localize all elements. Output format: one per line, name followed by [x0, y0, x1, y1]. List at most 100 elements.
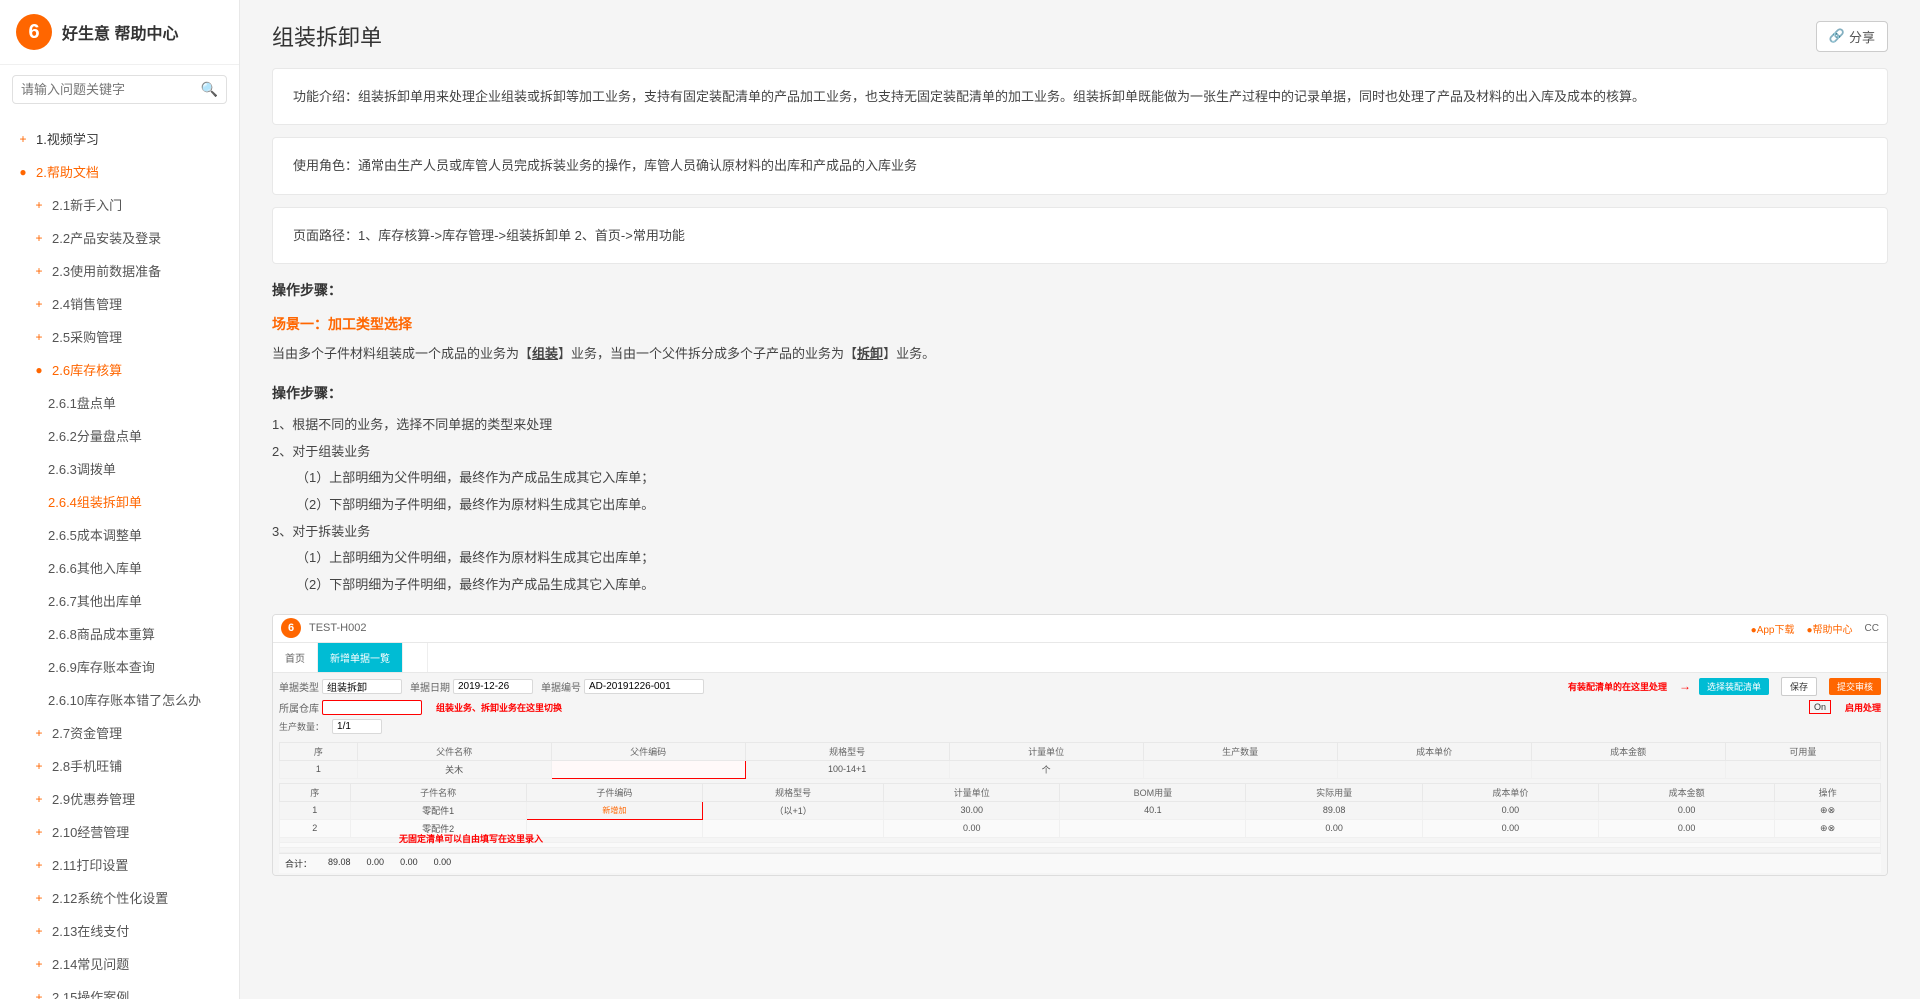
step-2: 2、对于组装业务: [272, 440, 1888, 465]
th2-cost-amount: 成本金额: [1598, 783, 1774, 801]
bottom-annotation-area: 序 子件名称 子件编码 规格型号 计量单位 BOM用量 实际用量 成本单价 成本: [279, 781, 1881, 873]
share-button[interactable]: 🔗 分享: [1816, 21, 1888, 52]
child-td-bomqty-2: [1060, 819, 1246, 837]
table-row: 1 关木 100-14+1 个: [280, 760, 1881, 778]
warehouse-label: 所属仓库: [279, 700, 319, 715]
child-td-bomqty-1: 40.1: [1060, 801, 1246, 819]
expand-icon-2-9: +: [32, 792, 46, 806]
step-1: 1、根据不同的业务，选择不同单据的类型来处理: [272, 413, 1888, 438]
save-btn[interactable]: 保存: [1781, 677, 1817, 696]
action-btn[interactable]: 选择装配清单: [1699, 678, 1769, 695]
child-td-ops-1[interactable]: ⊕⊗: [1775, 801, 1881, 819]
sidebar-item-2-8[interactable]: + 2.8手机旺铺: [0, 749, 239, 782]
sidebar-item-1[interactable]: + 1.视频学习: [0, 122, 239, 155]
th2-spec: 规格型号: [703, 783, 884, 801]
sidebar-item-2-11-label: 2.11打印设置: [52, 855, 128, 874]
sidebar-item-2-9[interactable]: + 2.9优惠券管理: [0, 782, 239, 815]
date-label: 单据日期: [410, 679, 450, 694]
step-2-2: （2）下部明细为子件明细，最终作为原材料生成其它出库单。: [296, 493, 1888, 518]
th-prod-qty: 生产数量: [1143, 742, 1337, 760]
search-box[interactable]: 🔍: [12, 75, 227, 104]
submit-btn[interactable]: 提交审核: [1829, 678, 1881, 695]
sidebar-item-2-1-label: 2.1新手入门: [52, 195, 122, 214]
app-company: TEST-H002: [309, 622, 366, 634]
app-window: 6 TEST-H002 ●App下载 ●帮助中心 CC 首页 新增单据一覧: [273, 615, 1887, 875]
sidebar-item-2-13[interactable]: + 2.13在线支付: [0, 914, 239, 947]
steps-list: 1、根据不同的业务，选择不同单据的类型来处理 2、对于组装业务 （1）上部明细为…: [272, 413, 1888, 598]
sidebar-item-2-7[interactable]: + 2.7资金管理: [0, 716, 239, 749]
sidebar-item-2-3-label: 2.3使用前数据准备: [52, 261, 161, 280]
footer-totals: 合计： 89.08 0.00 0.00 0.00: [279, 853, 1881, 873]
td-prod-qty: [1143, 760, 1337, 778]
sidebar-item-2-6-7-label: 2.6.7其他出库单: [48, 591, 142, 610]
date-input[interactable]: [453, 679, 533, 694]
sidebar-item-2-5[interactable]: + 2.5采购管理: [0, 320, 239, 353]
expand-icon-2-15: +: [32, 990, 46, 999]
child-td-seq-1: 1: [280, 801, 351, 819]
sidebar-item-2-6-8[interactable]: 2.6.8商品成本重算: [0, 617, 239, 650]
th2-unit: 计量单位: [884, 783, 1060, 801]
num-input[interactable]: [584, 679, 704, 694]
logo-icon: 6: [16, 14, 52, 50]
th-cost-price: 成本单价: [1337, 742, 1531, 760]
step-2-sub: （1）上部明细为父件明细，最终作为产成品生成其它入库单； （2）下部明细为子件明…: [272, 466, 1888, 517]
sidebar-item-2-12[interactable]: + 2.12系统个性化设置: [0, 881, 239, 914]
expand-icon-2-1: +: [32, 198, 46, 212]
sidebar-item-2-6-6[interactable]: 2.6.6其他入库单: [0, 551, 239, 584]
warehouse-input[interactable]: [322, 700, 422, 715]
sidebar-item-2-6-5[interactable]: 2.6.5成本调整单: [0, 518, 239, 551]
sidebar-item-2-6-10[interactable]: 2.6.10库存账本错了怎么办: [0, 683, 239, 716]
expand-icon-2-5: +: [32, 330, 46, 344]
sidebar-item-2-15-label: 2.15操作案例: [52, 987, 129, 999]
content-body: 功能介绍：组装拆卸单用来处理企业组装或拆卸等加工业务，支持有固定装配清单的产品加…: [240, 68, 1920, 908]
expand-icon-2-7: +: [32, 726, 46, 740]
sidebar-item-2-4[interactable]: + 2.4销售管理: [0, 287, 239, 320]
sidebar-item-2-10[interactable]: + 2.10经营管理: [0, 815, 239, 848]
type-input[interactable]: [322, 679, 402, 694]
expand-icon-2-8: +: [32, 759, 46, 773]
num-label: 单据编号: [541, 679, 581, 694]
role-intro-text: 使用角色：通常由生产人员或库管人员完成拆装业务的操作，库管人员确认原材料的出库和…: [293, 158, 917, 173]
sidebar-item-2-11[interactable]: + 2.11打印设置: [0, 848, 239, 881]
sidebar-item-2-6[interactable]: ● 2.6库存核算: [0, 353, 239, 386]
warehouse-field: 所属仓库: [279, 700, 422, 715]
tab-home[interactable]: 首页: [273, 643, 318, 672]
sidebar-item-2-6-7[interactable]: 2.6.7其他出库单: [0, 584, 239, 617]
child-td-ops-2[interactable]: ⊕⊗: [1775, 819, 1881, 837]
annotation-bottom-text: 无固定清单可以自由填写在这里录入: [399, 832, 543, 845]
sidebar-item-2-6-3[interactable]: 2.6.3调拨单: [0, 452, 239, 485]
search-input[interactable]: [21, 82, 201, 97]
sidebar-item-2-9-label: 2.9优惠券管理: [52, 789, 135, 808]
func-intro-text: 功能介绍：组装拆卸单用来处理企业组装或拆卸等加工业务，支持有固定装配清单的产品加…: [293, 89, 1645, 104]
count-input[interactable]: [332, 719, 382, 734]
child-row-1: 1 零配件1 新增加 （以+1） 30.00 40.1 89.08 0.00 0: [280, 801, 1881, 819]
sidebar-item-2-7-label: 2.7资金管理: [52, 723, 122, 742]
td-unit: 个: [949, 760, 1143, 778]
expand-icon-2-10: +: [32, 825, 46, 839]
sidebar-item-2-8-label: 2.8手机旺铺: [52, 756, 122, 775]
app-user: CC: [1865, 623, 1879, 634]
sidebar-item-2-14[interactable]: + 2.14常见问题: [0, 947, 239, 980]
th-seq: 序: [280, 742, 358, 760]
sidebar-item-2-6-5-label: 2.6.5成本调整单: [48, 525, 142, 544]
expand-icon-2-14: +: [32, 957, 46, 971]
tab-blank[interactable]: [403, 643, 428, 672]
sidebar-item-2-13-label: 2.13在线支付: [52, 921, 129, 940]
app-form-row-2: 所属仓库 组装业务、拆卸业务在这里切换 On 启用处理: [279, 700, 1881, 715]
tab-new-record[interactable]: 新增单据一覧: [318, 643, 403, 672]
sidebar-item-2-6-2[interactable]: 2.6.2分量盘点单: [0, 419, 239, 452]
sidebar-item-2-15[interactable]: + 2.15操作案例: [0, 980, 239, 999]
sidebar-header: 6 好生意 帮助中心: [0, 0, 239, 65]
sidebar-item-2[interactable]: ● 2.帮助文档: [0, 155, 239, 188]
sidebar-item-2-6-1[interactable]: 2.6.1盘点单: [0, 386, 239, 419]
th-unit: 计量单位: [949, 742, 1143, 760]
sidebar-item-2-6-9[interactable]: 2.6.9库存账本查询: [0, 650, 239, 683]
on-toggle[interactable]: On: [1809, 700, 1831, 714]
sidebar-item-2-2[interactable]: + 2.2产品安装及登录: [0, 221, 239, 254]
sidebar-item-2-3[interactable]: + 2.3使用前数据准备: [0, 254, 239, 287]
sidebar-item-2-6-4[interactable]: 2.6.4组装拆卸单: [0, 485, 239, 518]
sidebar-item-2-1[interactable]: + 2.1新手入门: [0, 188, 239, 221]
content-header: 组装拆卸单 🔗 分享: [240, 0, 1920, 68]
sidebar-item-2-5-label: 2.5采购管理: [52, 327, 122, 346]
sidebar-item-2-6-3-label: 2.6.3调拨单: [48, 459, 116, 478]
